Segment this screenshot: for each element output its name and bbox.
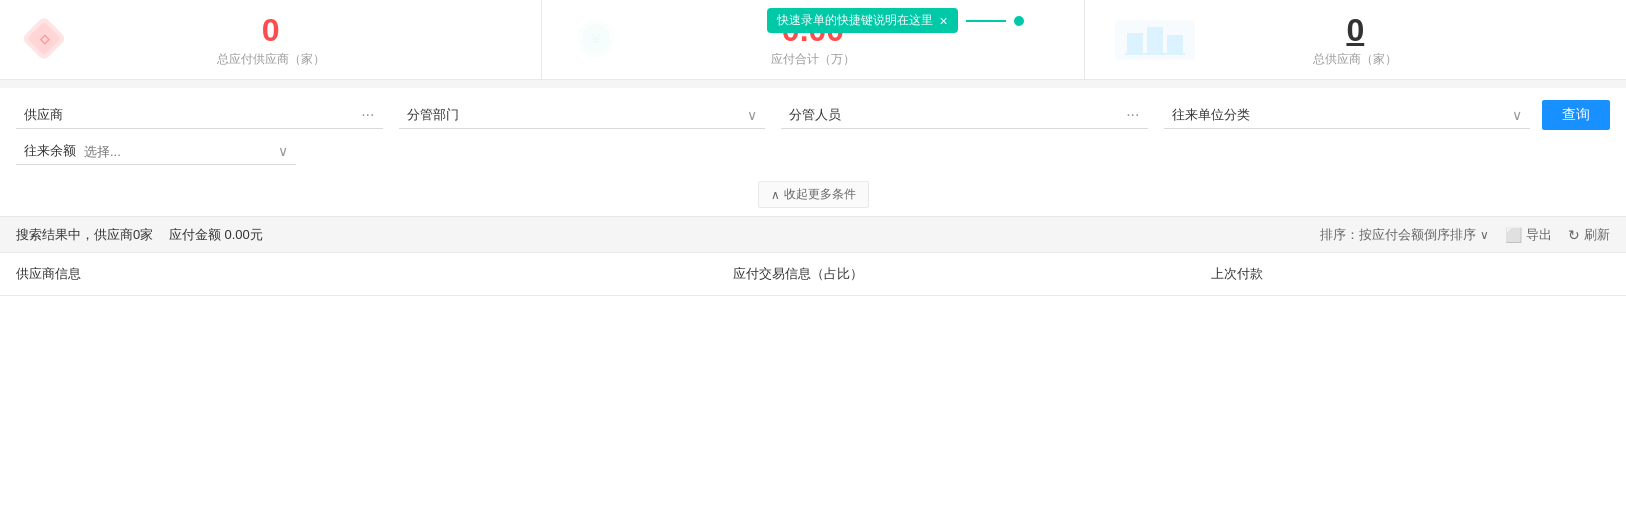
stat-total-payable-suppliers: ◇ 0 总应付供应商（家） xyxy=(0,0,542,79)
person-label: 分管人员 xyxy=(789,106,841,124)
sort-label: 排序：按应付会额倒序排序 xyxy=(1320,226,1476,244)
person-filter[interactable]: 分管人员 ··· xyxy=(781,102,1148,129)
table-col-last-payment: 上次付款 xyxy=(1211,265,1610,283)
building-icon xyxy=(1105,20,1195,60)
collapse-button[interactable]: ∧ 收起更多条件 xyxy=(758,181,869,208)
department-filter[interactable]: 分管部门 ∨ xyxy=(399,102,766,129)
tooltip-text: 快速录单的快捷键说明在这里 xyxy=(777,12,933,29)
result-amount: 应付金额 0.00元 xyxy=(169,227,263,242)
sort-dropdown[interactable]: 排序：按应付会额倒序排序 ∨ xyxy=(1320,226,1489,244)
coin-icon: ¥ xyxy=(572,14,620,65)
tooltip-bubble: 快速录单的快捷键说明在这里 × xyxy=(767,8,957,33)
query-button[interactable]: 查询 xyxy=(1542,100,1610,130)
collapse-text: 收起更多条件 xyxy=(784,186,856,203)
svg-text:¥: ¥ xyxy=(591,29,601,46)
result-text: 搜索结果中，供应商0家 xyxy=(16,227,153,242)
sort-chevron-icon: ∨ xyxy=(1480,228,1489,242)
filter-row-1: 供应商 ··· 分管部门 ∨ 分管人员 ··· 往来单位分类 ∨ 查询 xyxy=(16,100,1610,130)
filter-row-2: 往来余额 ∨ xyxy=(16,138,1610,165)
supplier-filter[interactable]: 供应商 ··· xyxy=(16,102,383,129)
table-area: 供应商信息 应付交易信息（占比） 上次付款 xyxy=(0,253,1626,515)
department-label: 分管部门 xyxy=(407,106,459,124)
table-header: 供应商信息 应付交易信息（占比） 上次付款 xyxy=(0,253,1626,296)
department-chevron[interactable]: ∨ xyxy=(747,107,757,123)
result-info: 搜索结果中，供应商0家 应付金额 0.00元 xyxy=(16,226,263,244)
stats-bar: ◇ 0 总应付供应商（家） ¥ 快速录单的快捷键说明在这里 × 0.00 应付合… xyxy=(0,0,1626,80)
table-body xyxy=(0,296,1626,515)
tooltip-dot xyxy=(1014,16,1024,26)
svg-rect-9 xyxy=(1125,53,1185,55)
stat-label-payable-total: 应付合计（万） xyxy=(771,51,855,68)
supplier-dots[interactable]: ··· xyxy=(361,106,374,124)
export-label: 导出 xyxy=(1526,226,1552,244)
supplier-label: 供应商 xyxy=(24,106,63,124)
export-icon: ⬜ xyxy=(1505,227,1522,243)
svg-rect-8 xyxy=(1167,35,1183,55)
stat-label-payable-suppliers: 总应付供应商（家） xyxy=(217,51,325,68)
table-col-transaction-info: 应付交易信息（占比） xyxy=(733,265,1211,283)
department-input[interactable] xyxy=(467,107,748,122)
balance-input[interactable] xyxy=(84,144,278,159)
person-dots[interactable]: ··· xyxy=(1126,106,1139,124)
filter-bar: 供应商 ··· 分管部门 ∨ 分管人员 ··· 往来单位分类 ∨ 查询 往来余额 xyxy=(0,88,1626,217)
refresh-label: 刷新 xyxy=(1584,226,1610,244)
svg-rect-6 xyxy=(1127,33,1143,55)
balance-chevron[interactable]: ∨ xyxy=(278,143,288,159)
balance-filter[interactable]: 往来余额 ∨ xyxy=(16,138,296,165)
table-col-supplier-info: 供应商信息 xyxy=(16,265,733,283)
result-actions: 排序：按应付会额倒序排序 ∨ ⬜ 导出 ↻ 刷新 xyxy=(1320,226,1610,244)
stat-number-total-suppliers: 0 xyxy=(1346,11,1364,49)
unit-category-input[interactable] xyxy=(1258,107,1513,122)
stat-number-payable-suppliers: 0 xyxy=(262,11,280,49)
refresh-icon: ↻ xyxy=(1568,227,1580,243)
stat-payable-total: ¥ 快速录单的快捷键说明在这里 × 0.00 应付合计（万） xyxy=(542,0,1084,79)
collapse-icon: ∧ xyxy=(771,188,780,202)
svg-text:◇: ◇ xyxy=(39,31,50,45)
stat-total-suppliers: 0 总供应商（家） xyxy=(1085,0,1626,79)
export-button[interactable]: ⬜ 导出 xyxy=(1505,226,1552,244)
tooltip-container: 快速录单的快捷键说明在这里 × xyxy=(767,8,1023,33)
diamond-icon: ◇ xyxy=(20,14,68,65)
refresh-button[interactable]: ↻ 刷新 xyxy=(1568,226,1610,244)
result-bar: 搜索结果中，供应商0家 应付金额 0.00元 排序：按应付会额倒序排序 ∨ ⬜ … xyxy=(0,218,1626,253)
unit-category-chevron[interactable]: ∨ xyxy=(1512,107,1522,123)
tooltip-line xyxy=(966,20,1006,22)
unit-category-label: 往来单位分类 xyxy=(1172,106,1250,124)
unit-category-filter[interactable]: 往来单位分类 ∨ xyxy=(1164,102,1531,129)
tooltip-close-btn[interactable]: × xyxy=(939,13,947,29)
supplier-input[interactable] xyxy=(71,107,361,122)
person-input[interactable] xyxy=(849,107,1126,122)
balance-label: 往来余额 xyxy=(24,142,76,160)
svg-rect-7 xyxy=(1147,27,1163,55)
stat-label-total-suppliers: 总供应商（家） xyxy=(1313,51,1397,68)
